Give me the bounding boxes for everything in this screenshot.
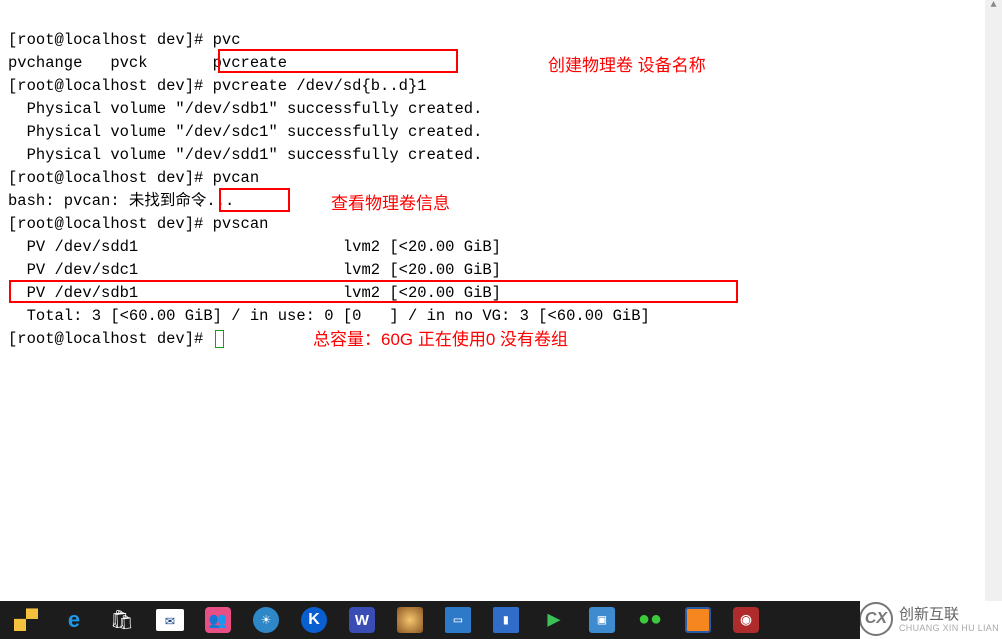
play-icon[interactable]: ▶ — [530, 601, 578, 639]
watermark-brand: 创新互联 — [899, 606, 999, 623]
wechat-icon[interactable]: ●● — [626, 601, 674, 639]
wps-icon[interactable]: W — [338, 601, 386, 639]
terminal-line: Physical volume "/dev/sdc1" successfully… — [8, 123, 482, 141]
mail-icon[interactable]: ✉ — [146, 601, 194, 639]
annotation-summary: 总容量：60G 正在使用0 没有卷组 — [313, 325, 568, 350]
terminal-line: PV /dev/sdb1 lvm2 [<20.00 GiB] — [8, 284, 501, 302]
game-icon[interactable] — [386, 601, 434, 639]
watermark: CX 创新互联 CHUANG XIN HU LIAN — [859, 601, 999, 637]
edge-icon[interactable]: e — [50, 601, 98, 639]
people-icon[interactable]: 👥 — [194, 601, 242, 639]
kugou-icon[interactable]: K — [290, 601, 338, 639]
annotation-view-pv: 查看物理卷信息 — [331, 189, 450, 214]
scroll-up-arrow[interactable]: ▲ — [987, 0, 1000, 11]
pc-icon[interactable]: ▭ — [434, 601, 482, 639]
cursor-block — [215, 330, 224, 348]
terminal-line: bash: pvcan: 未找到命令... — [8, 192, 234, 210]
weather-icon[interactable]: ☀ — [242, 601, 290, 639]
store-icon[interactable]: 🛍 — [98, 601, 146, 639]
file-explorer-icon[interactable]: ▄▀ — [2, 601, 50, 639]
terminal-line: Total: 3 [<60.00 GiB] / in use: 0 [0 ] /… — [8, 307, 650, 325]
terminal-line: [root@localhost dev]# pvscan — [8, 215, 268, 233]
terminal-line: [root@localhost dev]# pvcan — [8, 169, 259, 187]
terminal-prompt: [root@localhost dev]# — [8, 330, 213, 348]
annotation-create-pv: 创建物理卷 设备名称 — [548, 51, 706, 76]
terminal-line: [root@localhost dev]# pvcreate /dev/sd{b… — [8, 77, 427, 95]
terminal-line: PV /dev/sdd1 lvm2 [<20.00 GiB] — [8, 238, 501, 256]
vertical-scrollbar[interactable]: ▲ — [985, 0, 1002, 601]
camera-icon[interactable]: ▣ — [578, 601, 626, 639]
terminal-line: Physical volume "/dev/sdb1" successfully… — [8, 100, 482, 118]
terminal-line: [root@localhost dev]# pvc — [8, 31, 241, 49]
terminal-output[interactable]: [root@localhost dev]# pvc pvchange pvck … — [0, 0, 1002, 357]
taskbar: ▄▀ e 🛍 ✉ 👥 ☀ K W ▭ ▮ ▶ ▣ ●● ◉ — [0, 601, 860, 639]
spiral-icon[interactable]: ◉ — [722, 601, 770, 639]
terminal-line: PV /dev/sdc1 lvm2 [<20.00 GiB] — [8, 261, 501, 279]
book-icon[interactable]: ▮ — [482, 601, 530, 639]
terminal-line: pvchange pvck pvcreate — [8, 54, 287, 72]
watermark-sub: CHUANG XIN HU LIAN — [899, 623, 999, 633]
watermark-logo-icon: CX — [859, 602, 893, 636]
vm-icon[interactable] — [674, 601, 722, 639]
terminal-line: Physical volume "/dev/sdd1" successfully… — [8, 146, 482, 164]
